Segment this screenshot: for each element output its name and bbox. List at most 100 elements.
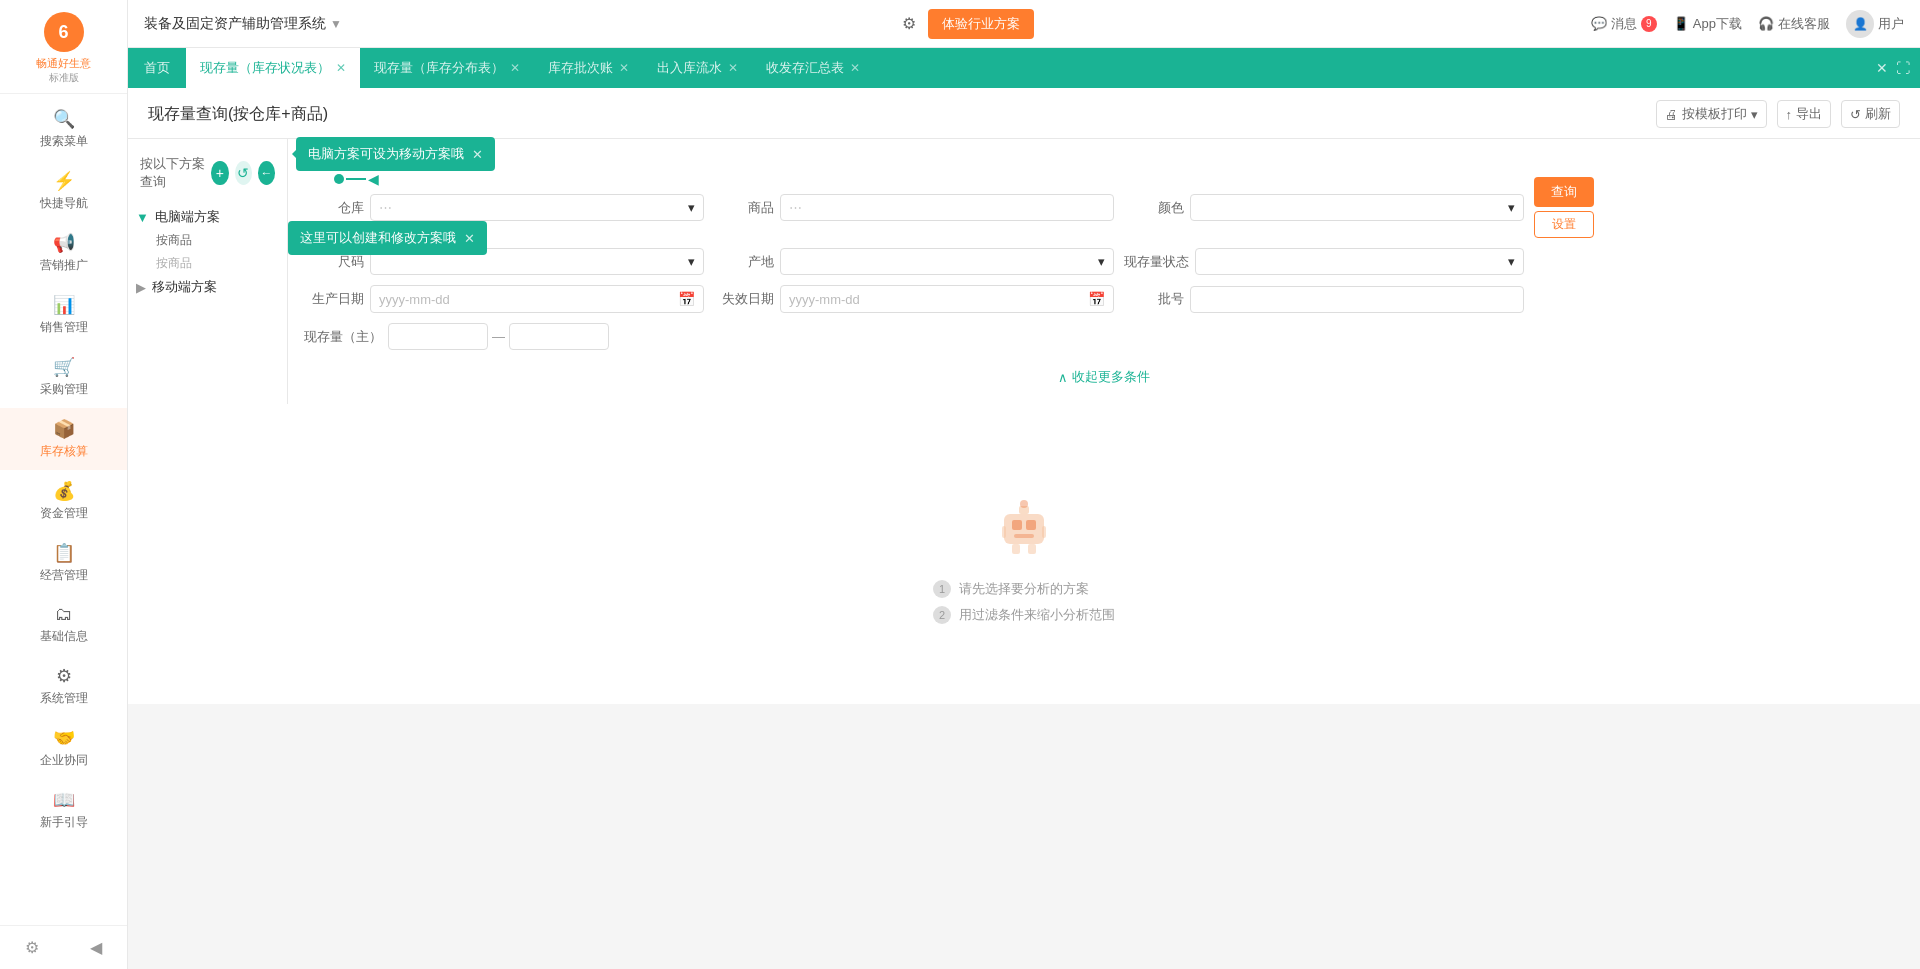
color-select[interactable]: . ▾ xyxy=(1190,194,1524,221)
tab-inventory-status-close[interactable]: ✕ xyxy=(336,61,346,75)
sidebar-item-management[interactable]: 📋 经营管理 xyxy=(0,532,127,594)
brand-name: 畅通好生意 xyxy=(36,56,91,71)
tooltip-edit-close[interactable]: ✕ xyxy=(464,231,475,246)
print-icon: 🖨 xyxy=(1665,107,1678,122)
quicknav-icon: ⚡ xyxy=(53,170,75,192)
user-area[interactable]: 👤 用户 xyxy=(1846,10,1904,38)
collapse-sidebar-btn[interactable]: ◀ xyxy=(90,938,102,957)
sidebar-item-finance[interactable]: 💰 资金管理 xyxy=(0,470,127,532)
sidebar-item-system[interactable]: ⚙ 系统管理 xyxy=(0,655,127,717)
gear-settings-btn[interactable]: ⚙ xyxy=(898,10,920,37)
print-template-btn[interactable]: 🖨 按模板打印 ▾ xyxy=(1656,100,1767,128)
empty-tip-1-text: 请先选择要分析的方案 xyxy=(959,580,1089,598)
sidebar-item-basic[interactable]: 🗂 基础信息 xyxy=(0,594,127,655)
page-actions: 🖨 按模板打印 ▾ ↑ 导出 ↺ 刷新 xyxy=(1656,100,1901,128)
sidebar-item-quicknav[interactable]: ⚡ 快捷导航 xyxy=(0,160,127,222)
svg-point-5 xyxy=(1020,500,1028,508)
scheme-tree: ▼ 电脑端方案 按商品 按商品 ▶ 移动端方案 xyxy=(128,205,287,307)
svg-rect-2 xyxy=(1026,520,1036,530)
stock-status-label: 现存量状态 xyxy=(1124,253,1189,271)
sidebar-item-guide[interactable]: 📖 新手引导 xyxy=(0,779,127,841)
collapse-conditions-btn[interactable]: ∧ 收起更多条件 xyxy=(304,360,1904,394)
stock-main-from[interactable] xyxy=(388,323,488,350)
sidebar-item-sales[interactable]: 📊 销售管理 xyxy=(0,284,127,346)
filter-item-prod-date: 生产日期 yyyy-mm-dd 📅 xyxy=(304,285,704,313)
sidebar-item-system-label: 系统管理 xyxy=(40,690,88,707)
sidebar-item-search[interactable]: 🔍 搜索菜单 xyxy=(0,98,127,160)
empty-state: 1 请先选择要分析的方案 2 用过滤条件来缩小分析范围 xyxy=(128,404,1920,704)
sidebar-item-marketing[interactable]: 📢 营销推广 xyxy=(0,222,127,284)
pc-scheme-sub: 按商品 按商品 xyxy=(128,229,287,275)
sidebar-item-cooperation[interactable]: 🤝 企业协同 xyxy=(0,717,127,779)
filter-item-color: 颜色 . ▾ xyxy=(1124,194,1524,221)
app-download-btn[interactable]: 📱 App下载 xyxy=(1673,15,1742,33)
prod-date-placeholder: yyyy-mm-dd xyxy=(379,292,450,307)
reset-btn[interactable]: 设置 xyxy=(1534,211,1594,238)
tab-batch-ledger-close[interactable]: ✕ xyxy=(619,61,629,75)
stock-status-select[interactable]: . ▾ xyxy=(1195,248,1524,275)
online-service-label: 在线客服 xyxy=(1778,15,1830,33)
prod-date-from[interactable]: yyyy-mm-dd 📅 xyxy=(370,285,704,313)
origin-select[interactable]: . ▾ xyxy=(780,248,1114,275)
sidebar-item-guide-label: 新手引导 xyxy=(40,814,88,831)
tab-batch-ledger[interactable]: 库存批次账 ✕ xyxy=(534,48,643,88)
tab-inventory-status[interactable]: 现存量（库存状况表） ✕ xyxy=(186,48,360,88)
system-selector[interactable]: 装备及固定资产辅助管理系统 ▼ xyxy=(144,15,342,33)
tab-inventory-distribution-close[interactable]: ✕ xyxy=(510,61,520,75)
fullscreen-btn[interactable]: ⛶ xyxy=(1896,60,1910,76)
edit-scheme-btn[interactable]: ↺ xyxy=(235,161,252,185)
tooltip-edit-text: 这里可以创建和修改方案哦 xyxy=(300,229,456,247)
export-icon: ↑ xyxy=(1786,107,1793,122)
close-all-tabs-btn[interactable]: ✕ xyxy=(1876,60,1888,76)
warehouse-select[interactable]: ⋯ ▾ xyxy=(370,194,704,221)
add-scheme-btn[interactable]: + xyxy=(211,161,228,185)
online-service-btn[interactable]: 🎧 在线客服 xyxy=(1758,15,1830,33)
refresh-btn[interactable]: ↺ 刷新 xyxy=(1841,100,1900,128)
tooltip-pc-close[interactable]: ✕ xyxy=(472,147,483,162)
refresh-icon: ↺ xyxy=(1850,107,1861,122)
expiry-date-from[interactable]: yyyy-mm-dd 📅 xyxy=(780,285,1114,313)
empty-tips: 1 请先选择要分析的方案 2 用过滤条件来缩小分析范围 xyxy=(933,580,1115,624)
sidebar-item-search-label: 搜索菜单 xyxy=(40,133,88,150)
prod-date-label: 生产日期 xyxy=(304,290,364,308)
content-area: 现存量查询(按仓库+商品) 🖨 按模板打印 ▾ ↑ 导出 ↺ 刷新 xyxy=(128,88,1920,969)
search-nav-icon: 🔍 xyxy=(53,108,75,130)
sidebar-item-finance-label: 资金管理 xyxy=(40,505,88,522)
pc-scheme-label: 电脑端方案 xyxy=(155,208,220,226)
tab-flow-close[interactable]: ✕ xyxy=(728,61,738,75)
message-label: 消息 xyxy=(1611,15,1637,33)
mobile-scheme-item[interactable]: ▶ 移动端方案 xyxy=(128,275,287,299)
svg-rect-6 xyxy=(1002,526,1006,538)
tab-inventory-distribution[interactable]: 现存量（库存分布表） ✕ xyxy=(360,48,534,88)
empty-tip-2-text: 用过滤条件来缩小分析范围 xyxy=(959,606,1115,624)
sidebar-item-inventory[interactable]: 📦 库存核算 xyxy=(0,408,127,470)
pc-sub-item-2[interactable]: 按商品 xyxy=(148,252,287,275)
sidebar-bottom: ⚙ ◀ xyxy=(0,925,127,969)
tab-home[interactable]: 首页 xyxy=(128,48,186,88)
settings-bottom-btn[interactable]: ⚙ xyxy=(25,938,39,957)
size-label: 尺码 xyxy=(304,253,364,271)
tabbar-actions: ✕ ⛶ xyxy=(1866,48,1920,88)
search-btn[interactable]: 查询 xyxy=(1534,177,1594,207)
message-btn[interactable]: 💬 消息 9 xyxy=(1591,15,1657,33)
tab-flow[interactable]: 出入库流水 ✕ xyxy=(643,48,752,88)
sidebar-nav: 🔍 搜索菜单 ⚡ 快捷导航 📢 营销推广 📊 销售管理 🛒 采购管理 📦 库存核… xyxy=(0,94,127,925)
filter-main: 电脑方案可设为移动方案哦 ✕ 仓库 ⋯ ▾ xyxy=(288,139,1920,404)
tab-summary-close[interactable]: ✕ xyxy=(850,61,860,75)
goods-select[interactable]: ⋯ xyxy=(780,194,1114,221)
user-avatar: 👤 xyxy=(1846,10,1874,38)
system-icon: ⚙ xyxy=(56,665,72,687)
search-btn-group: 查询 设置 xyxy=(1534,177,1594,238)
export-btn[interactable]: ↑ 导出 xyxy=(1777,100,1832,128)
svg-rect-0 xyxy=(1004,514,1044,544)
industry-plan-btn[interactable]: 体验行业方案 xyxy=(928,9,1034,39)
headset-icon: 🎧 xyxy=(1758,16,1774,31)
tab-summary[interactable]: 收发存汇总表 ✕ xyxy=(752,48,874,88)
mobile-scheme-label: 移动端方案 xyxy=(152,278,217,296)
back-scheme-btn[interactable]: ← xyxy=(258,161,275,185)
pc-scheme-item[interactable]: ▼ 电脑端方案 xyxy=(128,205,287,229)
batch-input[interactable] xyxy=(1190,286,1524,313)
pc-sub-item-1[interactable]: 按商品 xyxy=(148,229,287,252)
sidebar-item-purchase[interactable]: 🛒 采购管理 xyxy=(0,346,127,408)
stock-main-to[interactable] xyxy=(509,323,609,350)
